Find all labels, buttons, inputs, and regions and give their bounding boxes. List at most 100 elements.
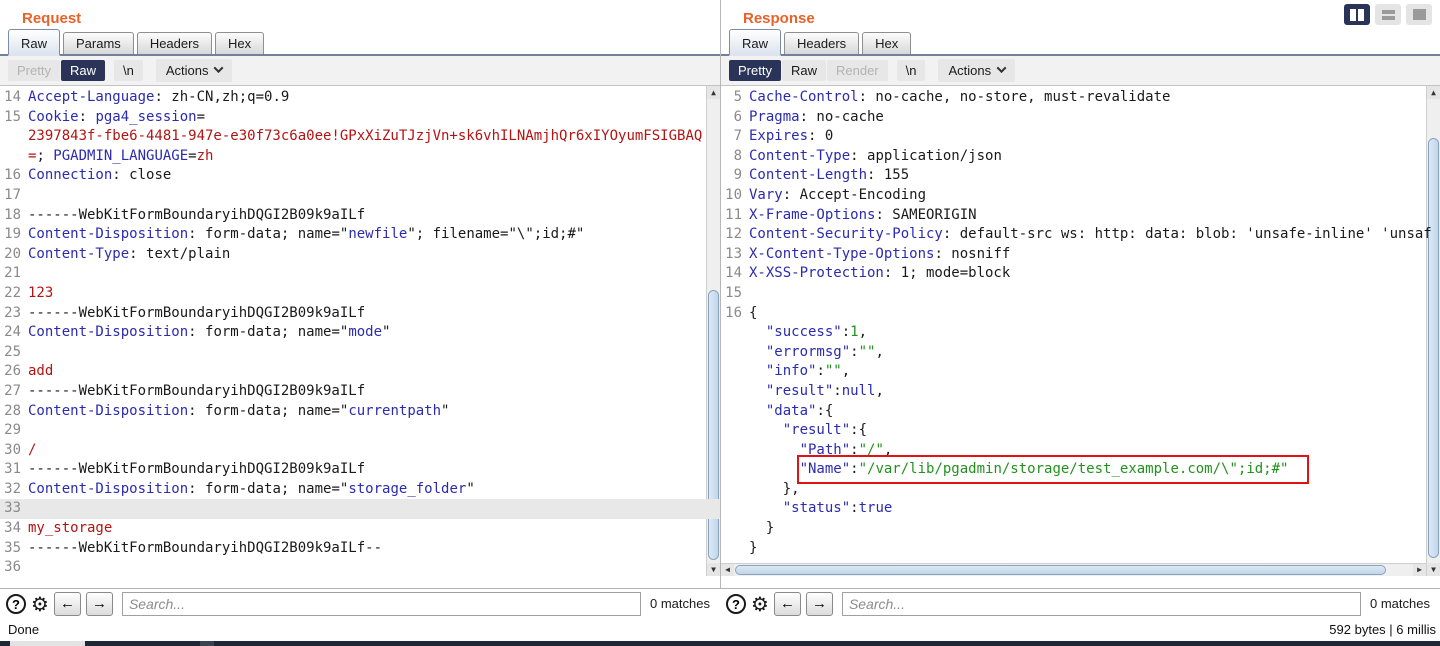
editor-line[interactable]: 2397843f-fbe6-4481-947e-e30f73c6a0ee!GPx… (0, 127, 720, 147)
gear-icon[interactable]: ⚙ (751, 594, 769, 614)
next-match-button[interactable]: → (86, 592, 113, 616)
line-content: Connection: close (28, 166, 171, 186)
request-tab-raw[interactable]: Raw (8, 29, 60, 56)
editor-line[interactable]: "errormsg":"", (721, 343, 1440, 363)
line-content: add (28, 362, 53, 382)
help-icon[interactable]: ? (6, 594, 26, 614)
editor-line[interactable]: 5Cache-Control: no-cache, no-store, must… (721, 88, 1440, 108)
editor-line[interactable]: } (721, 539, 1440, 559)
editor-line[interactable]: 25 (0, 343, 720, 363)
editor-line[interactable]: 27------WebKitFormBoundaryihDQGI2B09k9aI… (0, 382, 720, 402)
editor-line[interactable]: 16Connection: close (0, 166, 720, 186)
editor-line[interactable]: 21 (0, 264, 720, 284)
editor-line[interactable]: 15 (721, 284, 1440, 304)
response-editor[interactable]: ▲ ▼ ◀ ▶ 5Cache-Control: no-cache, no-sto… (721, 86, 1440, 576)
show-newlines-button[interactable]: \n (897, 60, 926, 81)
editor-line[interactable]: 7Expires: 0 (721, 127, 1440, 147)
editor-line[interactable]: 23------WebKitFormBoundaryihDQGI2B09k9aI… (0, 304, 720, 324)
request-editor[interactable]: ▲ ▼ 14Accept-Language: zh-CN,zh;q=0.915C… (0, 86, 720, 576)
next-match-button[interactable]: → (806, 592, 833, 616)
editor-line[interactable]: 14X-XSS-Protection: 1; mode=block (721, 264, 1440, 284)
previous-match-button[interactable]: ← (774, 592, 801, 616)
editor-line[interactable]: 12Content-Security-Policy: default-src w… (721, 225, 1440, 245)
editor-line[interactable]: 10Vary: Accept-Encoding (721, 186, 1440, 206)
editor-line[interactable]: 16{ (721, 304, 1440, 324)
editor-line[interactable]: "data":{ (721, 402, 1440, 422)
line-number (721, 402, 749, 422)
pretty-button[interactable]: Pretty (8, 60, 60, 81)
editor-line[interactable]: =; PGADMIN_LANGUAGE=zh (0, 147, 720, 167)
editor-line[interactable]: 35------WebKitFormBoundaryihDQGI2B09k9aI… (0, 539, 720, 559)
request-tab-params[interactable]: Params (63, 32, 134, 54)
editor-line[interactable]: 36 (0, 558, 720, 576)
line-number: 17 (0, 186, 28, 206)
line-number (721, 539, 749, 559)
editor-line[interactable]: "info":"", (721, 362, 1440, 382)
request-tab-headers[interactable]: Headers (137, 32, 212, 54)
request-panel: Request RawParamsHeadersHex Pretty Raw \… (0, 0, 720, 588)
editor-line[interactable]: 20Content-Type: text/plain (0, 245, 720, 265)
editor-line[interactable]: 14Accept-Language: zh-CN,zh;q=0.9 (0, 88, 720, 108)
editor-line[interactable]: 24Content-Disposition: form-data; name="… (0, 323, 720, 343)
editor-line[interactable]: } (721, 519, 1440, 539)
line-content: 123 (28, 284, 53, 304)
editor-line[interactable]: 17 (0, 186, 720, 206)
response-tab-raw[interactable]: Raw (729, 29, 781, 56)
line-content: "errormsg":"", (749, 343, 884, 363)
response-horizontal-scrollbar[interactable]: ◀ ▶ (721, 563, 1426, 576)
editor-line[interactable]: 33 (0, 499, 720, 519)
editor-line[interactable]: 9Content-Length: 155 (721, 166, 1440, 186)
line-number (721, 323, 749, 343)
scroll-left-icon[interactable]: ◀ (721, 564, 734, 576)
line-content: "result":{ (749, 421, 867, 441)
scrollbar-thumb[interactable] (735, 565, 1386, 575)
editor-line[interactable]: "result":null, (721, 382, 1440, 402)
editor-line[interactable]: 15Cookie: pga4_session= (0, 108, 720, 128)
editor-line[interactable]: }, (721, 480, 1440, 500)
editor-line[interactable]: 18------WebKitFormBoundaryihDQGI2B09k9aI… (0, 206, 720, 226)
editor-line[interactable]: "Name":"/var/lib/pgadmin/storage/test_ex… (721, 460, 1440, 480)
editor-line[interactable]: 6Pragma: no-cache (721, 108, 1440, 128)
render-button[interactable]: Render (827, 60, 888, 81)
editor-line[interactable]: "status":true (721, 499, 1440, 519)
search-row: ? ⚙ ← → 0 matches ? ⚙ ← → 0 matches (0, 588, 1440, 618)
editor-line[interactable]: 31------WebKitFormBoundaryihDQGI2B09k9aI… (0, 460, 720, 480)
request-tab-hex[interactable]: Hex (215, 32, 264, 54)
response-timing: 592 bytes | 6 millis (1329, 622, 1436, 637)
editor-line[interactable]: 22123 (0, 284, 720, 304)
actions-button[interactable]: Actions (938, 59, 1015, 82)
gear-icon[interactable]: ⚙ (31, 594, 49, 614)
response-tab-hex[interactable]: Hex (862, 32, 911, 54)
raw-button[interactable]: Raw (61, 60, 105, 81)
actions-button[interactable]: Actions (156, 59, 233, 82)
search-input[interactable] (842, 592, 1361, 616)
editor-line[interactable]: 19Content-Disposition: form-data; name="… (0, 225, 720, 245)
line-content: { (749, 304, 757, 324)
match-count: 0 matches (650, 596, 710, 611)
editor-line[interactable]: 30/ (0, 441, 720, 461)
editor-line[interactable]: 34my_storage (0, 519, 720, 539)
line-number: 28 (0, 402, 28, 422)
line-number: 30 (0, 441, 28, 461)
editor-line[interactable]: 26add (0, 362, 720, 382)
raw-button[interactable]: Raw (782, 60, 826, 81)
scroll-right-icon[interactable]: ▶ (1413, 564, 1426, 576)
line-content: Vary: Accept-Encoding (749, 186, 926, 206)
line-content: Content-Security-Policy: default-src ws:… (749, 225, 1432, 245)
show-newlines-button[interactable]: \n (114, 60, 143, 81)
response-tab-headers[interactable]: Headers (784, 32, 859, 54)
search-input[interactable] (122, 592, 641, 616)
editor-line[interactable]: 29 (0, 421, 720, 441)
previous-match-button[interactable]: ← (54, 592, 81, 616)
editor-line[interactable]: 28Content-Disposition: form-data; name="… (0, 402, 720, 422)
editor-line[interactable]: "success":1, (721, 323, 1440, 343)
pretty-button[interactable]: Pretty (729, 60, 781, 81)
scroll-down-icon[interactable]: ▼ (1427, 563, 1440, 576)
editor-line[interactable]: 13X-Content-Type-Options: nosniff (721, 245, 1440, 265)
editor-line[interactable]: 8Content-Type: application/json (721, 147, 1440, 167)
editor-line[interactable]: 11X-Frame-Options: SAMEORIGIN (721, 206, 1440, 226)
help-icon[interactable]: ? (726, 594, 746, 614)
line-content: "result":null, (749, 382, 884, 402)
editor-line[interactable]: 32Content-Disposition: form-data; name="… (0, 480, 720, 500)
editor-line[interactable]: "result":{ (721, 421, 1440, 441)
